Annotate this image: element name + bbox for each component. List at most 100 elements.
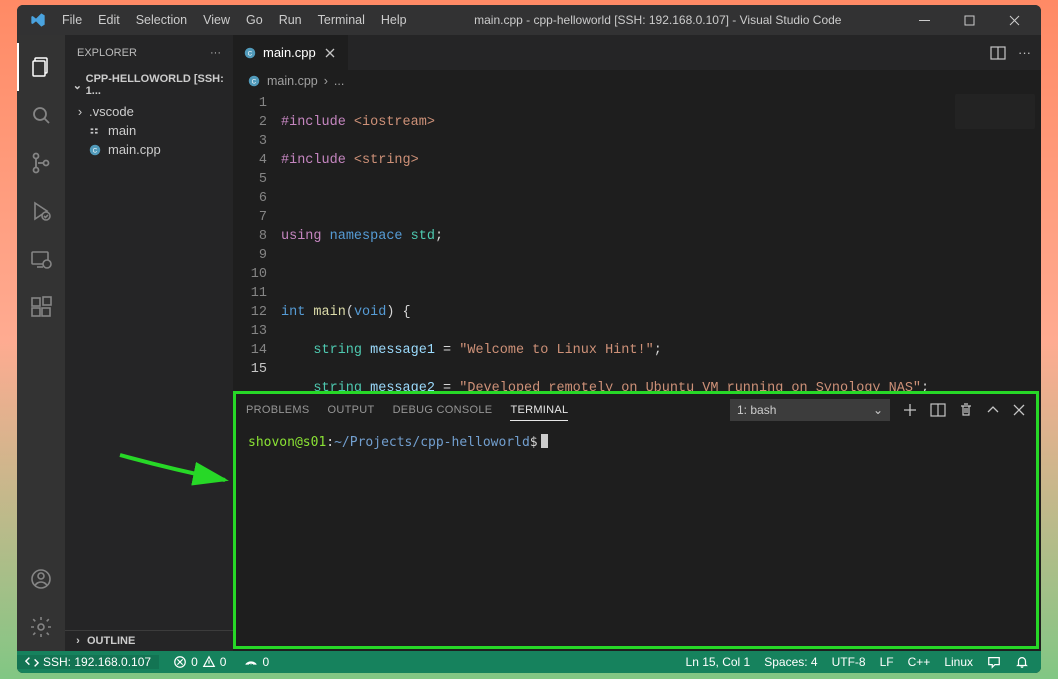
- binary-file-icon: [87, 124, 103, 138]
- new-terminal-icon[interactable]: [902, 402, 918, 418]
- encoding-status[interactable]: UTF-8: [828, 655, 870, 669]
- svg-text:C: C: [248, 50, 253, 57]
- file-main-binary[interactable]: main: [65, 121, 233, 140]
- tab-label: main.cpp: [263, 45, 316, 60]
- indentation-status[interactable]: Spaces: 4: [760, 655, 821, 669]
- error-count: 0: [191, 655, 198, 669]
- breadcrumb-separator: ›: [324, 74, 328, 88]
- menu-edit[interactable]: Edit: [91, 9, 127, 31]
- terminal-prompt-end: $: [530, 435, 538, 450]
- vscode-window: File Edit Selection View Go Run Terminal…: [17, 5, 1041, 673]
- file-label: .vscode: [89, 104, 134, 119]
- run-debug-icon[interactable]: [17, 187, 65, 235]
- file-tree: › .vscode main C main.cpp: [65, 100, 233, 161]
- file-main-cpp[interactable]: C main.cpp: [65, 140, 233, 159]
- settings-gear-icon[interactable]: [17, 603, 65, 651]
- problems-status[interactable]: 0 0: [169, 655, 230, 669]
- chevron-down-icon: ⌄: [873, 403, 883, 417]
- breadcrumb-file: main.cpp: [267, 74, 318, 88]
- terminal-path: ~/Projects/cpp-helloworld: [334, 435, 530, 450]
- body-area: EXPLORER ··· ⌄ CPP-HELLOWORLD [SSH: 1...…: [17, 35, 1041, 651]
- port-count: 0: [262, 655, 269, 669]
- outline-label: OUTLINE: [87, 635, 135, 647]
- menu-selection[interactable]: Selection: [129, 9, 194, 31]
- folder-header[interactable]: ⌄ CPP-HELLOWORLD [SSH: 1...: [65, 70, 233, 100]
- menu-help[interactable]: Help: [374, 9, 414, 31]
- folder-name-label: CPP-HELLOWORLD [SSH: 1...: [86, 73, 227, 97]
- explorer-title-label: EXPLORER: [77, 47, 137, 59]
- menu-bar: File Edit Selection View Go Run Terminal…: [55, 9, 414, 31]
- remote-status-label: SSH: 192.168.0.107: [43, 655, 151, 669]
- os-status[interactable]: Linux: [940, 655, 977, 669]
- titlebar: File Edit Selection View Go Run Terminal…: [17, 5, 1041, 35]
- window-title: main.cpp - cpp-helloworld [SSH: 192.168.…: [414, 13, 902, 27]
- notifications-icon[interactable]: [1011, 655, 1033, 669]
- minimize-button[interactable]: [902, 5, 947, 35]
- feedback-icon[interactable]: [983, 655, 1005, 669]
- maximize-button[interactable]: [947, 5, 992, 35]
- panel-tabs: PROBLEMS OUTPUT DEBUG CONSOLE TERMINAL 1…: [236, 394, 1036, 426]
- code-editor[interactable]: 1234 5678 9101112 131415 #include <iostr…: [233, 92, 1041, 391]
- split-editor-icon[interactable]: [990, 45, 1006, 61]
- tab-main-cpp[interactable]: C main.cpp: [233, 35, 349, 70]
- more-actions-icon[interactable]: ···: [1018, 45, 1031, 60]
- cpp-file-icon: C: [87, 143, 103, 157]
- maximize-panel-icon[interactable]: [986, 403, 1000, 417]
- cpp-file-icon: C: [247, 74, 261, 88]
- terminal-body[interactable]: shovon@s01:~/Projects/cpp-helloworld$: [236, 426, 1036, 646]
- tab-problems[interactable]: PROBLEMS: [246, 400, 310, 420]
- minimap[interactable]: [955, 94, 1035, 129]
- kill-terminal-icon[interactable]: [958, 402, 974, 418]
- breadcrumb[interactable]: C main.cpp › ...: [233, 70, 1041, 92]
- tab-debug-console[interactable]: DEBUG CONSOLE: [393, 400, 493, 420]
- window-controls: [902, 5, 1037, 35]
- extensions-icon[interactable]: [17, 283, 65, 331]
- close-panel-icon[interactable]: [1012, 403, 1026, 417]
- terminal-selector[interactable]: 1: bash ⌄: [730, 399, 890, 421]
- tab-terminal[interactable]: TERMINAL: [510, 400, 568, 421]
- chevron-down-icon: ⌄: [71, 79, 84, 92]
- breadcrumb-more: ...: [334, 74, 344, 88]
- ports-status[interactable]: 0: [240, 655, 273, 669]
- cursor-position[interactable]: Ln 15, Col 1: [682, 655, 755, 669]
- bottom-panel: PROBLEMS OUTPUT DEBUG CONSOLE TERMINAL 1…: [233, 391, 1039, 649]
- eol-status[interactable]: LF: [876, 655, 898, 669]
- source-control-icon[interactable]: [17, 139, 65, 187]
- terminal-cursor: [541, 434, 548, 448]
- menu-go[interactable]: Go: [239, 9, 270, 31]
- remote-explorer-icon[interactable]: [17, 235, 65, 283]
- cpp-file-icon: C: [243, 46, 257, 60]
- statusbar: SSH: 192.168.0.107 0 0 0 Ln 15, Col 1 Sp…: [17, 651, 1041, 673]
- outline-section[interactable]: › OUTLINE: [65, 630, 233, 651]
- menu-file[interactable]: File: [55, 9, 89, 31]
- remote-status[interactable]: SSH: 192.168.0.107: [17, 655, 159, 669]
- folder-vscode[interactable]: › .vscode: [65, 102, 233, 121]
- svg-text:C: C: [252, 79, 257, 86]
- accounts-icon[interactable]: [17, 555, 65, 603]
- chevron-right-icon: ›: [73, 104, 87, 119]
- close-button[interactable]: [992, 5, 1037, 35]
- file-label: main: [108, 123, 136, 138]
- terminal-sep: :: [326, 435, 334, 450]
- explorer-title: EXPLORER ···: [65, 35, 233, 70]
- menu-run[interactable]: Run: [272, 9, 309, 31]
- editor-actions: ···: [980, 35, 1041, 70]
- chevron-right-icon: ›: [71, 635, 85, 647]
- vscode-logo-icon: [29, 11, 47, 29]
- explorer-sidebar: EXPLORER ··· ⌄ CPP-HELLOWORLD [SSH: 1...…: [65, 35, 233, 651]
- search-icon[interactable]: [17, 91, 65, 139]
- line-gutter: 1234 5678 9101112 131415: [233, 92, 281, 391]
- menu-terminal[interactable]: Terminal: [311, 9, 372, 31]
- language-status[interactable]: C++: [904, 655, 935, 669]
- menu-view[interactable]: View: [196, 9, 237, 31]
- tab-output[interactable]: OUTPUT: [328, 400, 375, 420]
- warning-count: 0: [220, 655, 227, 669]
- explorer-icon[interactable]: [17, 43, 65, 91]
- close-tab-icon[interactable]: [322, 45, 338, 61]
- editor-area: C main.cpp ··· C main: [233, 35, 1041, 651]
- terminal-user: shovon@s01: [248, 435, 326, 450]
- explorer-more-icon[interactable]: ···: [210, 47, 221, 59]
- split-terminal-icon[interactable]: [930, 402, 946, 418]
- activity-bar: [17, 35, 65, 651]
- code-content[interactable]: #include <iostream> #include <string> us…: [281, 92, 1041, 391]
